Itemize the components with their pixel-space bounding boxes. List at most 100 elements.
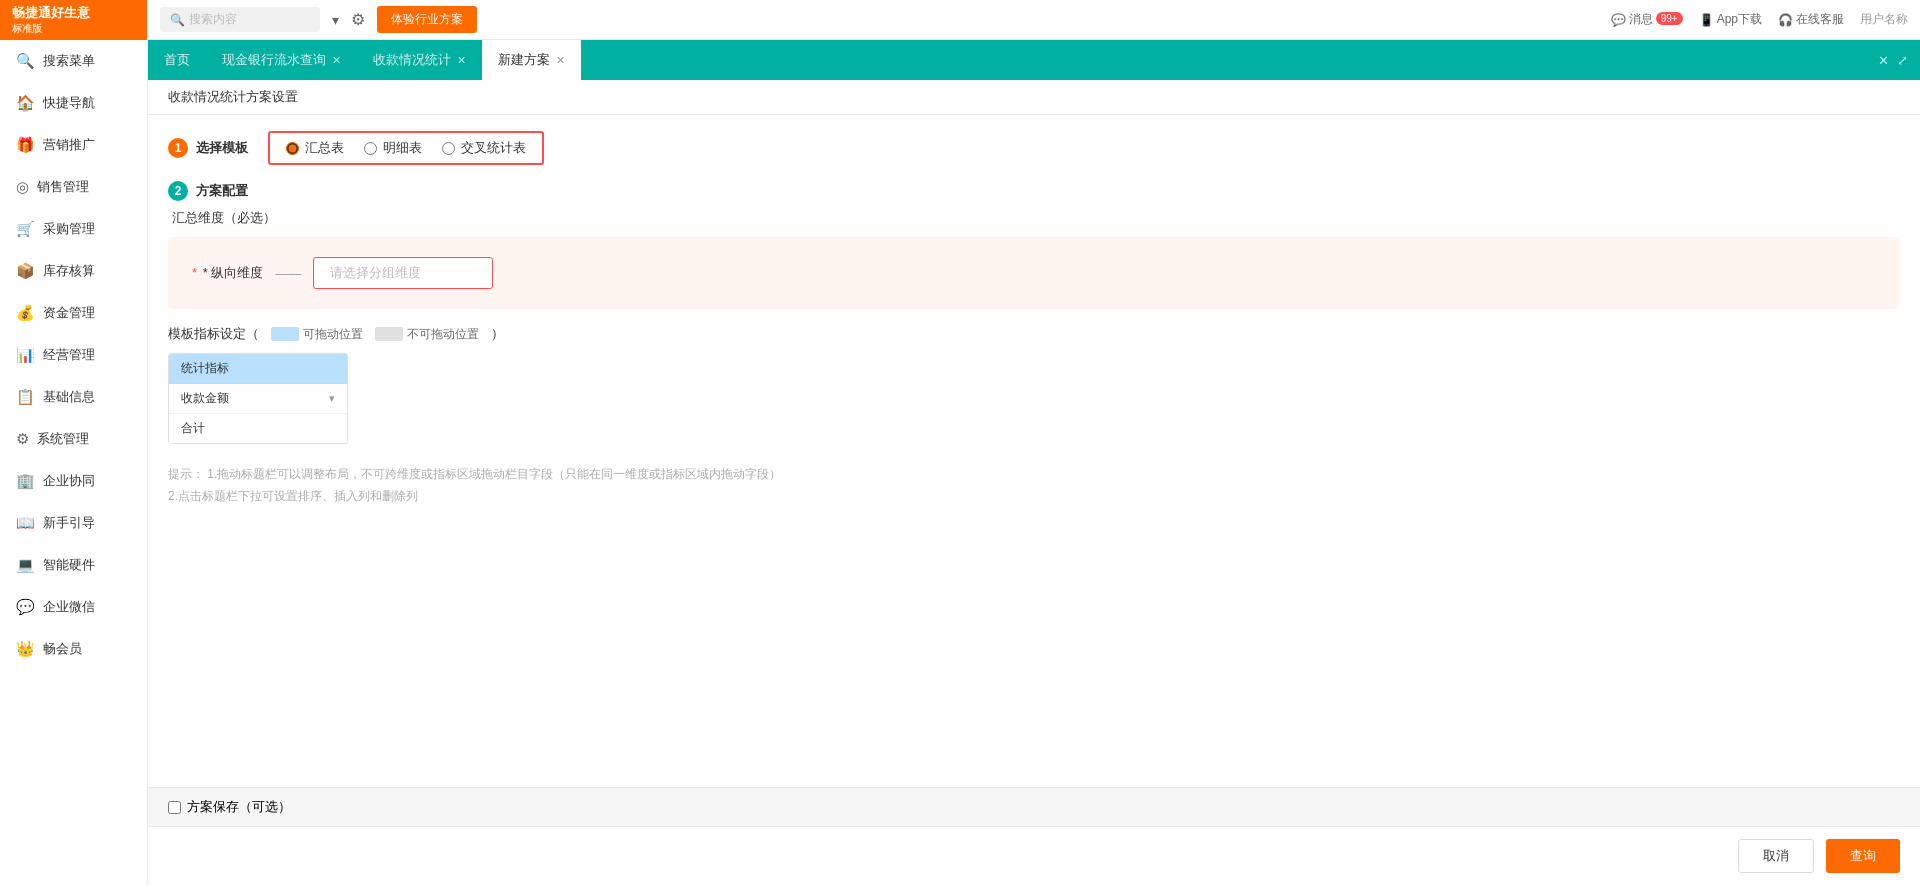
trial-button[interactable]: 体验行业方案 xyxy=(377,6,477,33)
app-name: 畅捷通好生意 xyxy=(12,4,90,22)
stats-table: 统计指标 收款金额 ▾ 合计 xyxy=(168,353,348,444)
legend-fixed: 不可拖动位置 xyxy=(375,326,479,343)
save-section: 方案保存（可选） xyxy=(148,787,1920,826)
indicator-title-text: 模板指标设定（ xyxy=(168,325,259,343)
money-icon: 💰 xyxy=(16,304,35,322)
draggable-color-box xyxy=(271,327,299,341)
message-badge: 99+ xyxy=(1656,12,1683,25)
tab-expand-icon[interactable]: ⤢ xyxy=(1897,53,1908,68)
sidebar-item-operations[interactable]: 📊 经营管理 xyxy=(0,334,147,376)
section1-badge: 1 xyxy=(168,138,188,158)
save-label: 方案保存（可选） xyxy=(187,798,291,816)
dimension-area: * * 纵向维度 —— 请选择分组维度 xyxy=(168,237,1900,309)
plan-config: 汇总维度（必选） * * 纵向维度 —— 请选择分组维度 xyxy=(168,209,1900,507)
tab-bank-close[interactable]: ✕ xyxy=(332,54,341,67)
radio-cross-input[interactable] xyxy=(442,142,455,155)
tabbar-controls: ✕ ⤢ xyxy=(1866,53,1920,68)
radio-cross-label[interactable]: 交叉统计表 xyxy=(461,139,526,157)
sidebar-item-inventory[interactable]: 📦 库存核算 xyxy=(0,250,147,292)
book-icon: 📖 xyxy=(16,514,35,532)
dimension-dropdown[interactable]: 请选择分组维度 xyxy=(313,257,493,289)
radio-detail[interactable]: 明细表 xyxy=(364,139,422,157)
cancel-button[interactable]: 取消 xyxy=(1738,839,1814,873)
dropdown-arrow-icon[interactable]: ▾ xyxy=(332,12,339,28)
form-area: 1 选择模板 汇总表 明细表 交叉统计表 xyxy=(148,115,1920,787)
radio-cross[interactable]: 交叉统计表 xyxy=(442,139,526,157)
sidebar-item-finance[interactable]: 💰 资金管理 xyxy=(0,292,147,334)
app-download[interactable]: 📱 App下载 xyxy=(1699,11,1762,28)
tabbar: 首页 现金银行流水查询 ✕ 收款情况统计 ✕ 新建方案 ✕ ✕ ⤢ xyxy=(148,40,1920,80)
tab-collection[interactable]: 收款情况统计 ✕ xyxy=(357,40,482,80)
building-icon: 🏢 xyxy=(16,472,35,490)
required-star: * xyxy=(192,265,197,280)
sidebar: 畅捷通好生意 标准版 🔍 搜索菜单 🏠 快捷导航 🎁 营销推广 ◎ 销售管理 🛒… xyxy=(0,0,148,885)
row-dropdown-icon-0[interactable]: ▾ xyxy=(329,392,335,405)
section1-row: 1 选择模板 汇总表 明细表 交叉统计表 xyxy=(168,131,1900,165)
tip-line-2: 2.点击标题栏下拉可设置排序、插入列和删除列 xyxy=(168,486,1900,508)
sidebar-item-quick-nav[interactable]: 🏠 快捷导航 xyxy=(0,82,147,124)
list-icon: 📋 xyxy=(16,388,35,406)
indicator-title-close: ） xyxy=(491,325,504,343)
legend-draggable: 可拖动位置 xyxy=(271,326,363,343)
dimension-title: 汇总维度（必选） xyxy=(168,209,1900,227)
dimension-row: * * 纵向维度 —— 请选择分组维度 xyxy=(192,257,1876,289)
online-service[interactable]: 🎧 在线客服 xyxy=(1778,11,1844,28)
app-version: 标准版 xyxy=(12,22,90,36)
main-area: 🔍 搜索内容 ▾ ⚙ 体验行业方案 💬 消息 99+ 📱 App下载 🎧 在线客… xyxy=(148,0,1920,885)
arrow-label: —— xyxy=(275,266,301,281)
chat-icon: 💬 xyxy=(16,598,35,616)
cart-icon: 🛒 xyxy=(16,220,35,238)
sidebar-item-enterprise[interactable]: 🏢 企业协同 xyxy=(0,460,147,502)
app-logo: 畅捷通好生意 标准版 xyxy=(0,0,147,40)
gift-icon: 🎁 xyxy=(16,136,35,154)
home-icon: 🏠 xyxy=(16,94,35,112)
tab-close-all-icon[interactable]: ✕ xyxy=(1878,53,1889,68)
computer-icon: 💻 xyxy=(16,556,35,574)
stats-row-0[interactable]: 收款金额 ▾ xyxy=(169,384,347,414)
radio-summary-label[interactable]: 汇总表 xyxy=(305,139,344,157)
sidebar-item-system[interactable]: ⚙ 系统管理 xyxy=(0,418,147,460)
tab-home[interactable]: 首页 xyxy=(148,40,206,80)
section1-label: 选择模板 xyxy=(196,139,248,157)
service-icon: 🎧 xyxy=(1778,13,1793,27)
fixed-color-box xyxy=(375,327,403,341)
indicator-title-row: 模板指标设定（ 可拖动位置 不可拖动位置 ） xyxy=(168,325,1900,343)
section2-badge: 2 xyxy=(168,181,188,201)
sidebar-item-wechat[interactable]: 💬 企业微信 xyxy=(0,586,147,628)
sidebar-item-hardware[interactable]: 💻 智能硬件 xyxy=(0,544,147,586)
search-box[interactable]: 🔍 搜索内容 xyxy=(160,7,320,32)
sidebar-item-sales[interactable]: ◎ 销售管理 xyxy=(0,166,147,208)
gear-sidebar-icon: ⚙ xyxy=(16,430,29,448)
indicator-section: 模板指标设定（ 可拖动位置 不可拖动位置 ） 统计指标 xyxy=(168,325,1900,444)
section2-label: 方案配置 xyxy=(196,182,248,200)
save-checkbox[interactable] xyxy=(168,801,181,814)
tab-new-plan-close[interactable]: ✕ xyxy=(556,54,565,67)
radio-summary-input[interactable] xyxy=(286,142,299,155)
template-selector: 汇总表 明细表 交叉统计表 xyxy=(268,131,544,165)
page-title: 收款情况统计方案设置 xyxy=(168,89,298,104)
settings-icon[interactable]: ⚙ xyxy=(351,10,365,29)
tab-new-plan[interactable]: 新建方案 ✕ xyxy=(482,40,581,80)
message-area[interactable]: 💬 消息 99+ xyxy=(1611,11,1683,28)
search-placeholder: 搜索内容 xyxy=(189,11,237,28)
radio-summary[interactable]: 汇总表 xyxy=(286,139,344,157)
sidebar-item-guide[interactable]: 📖 新手引导 xyxy=(0,502,147,544)
page-header: 收款情况统计方案设置 xyxy=(148,80,1920,115)
tab-collection-close[interactable]: ✕ xyxy=(457,54,466,67)
username-display: 用户名称 xyxy=(1860,11,1908,28)
radio-detail-input[interactable] xyxy=(364,142,377,155)
radio-detail-label[interactable]: 明细表 xyxy=(383,139,422,157)
sidebar-item-basic-info[interactable]: 📋 基础信息 xyxy=(0,376,147,418)
topbar: 🔍 搜索内容 ▾ ⚙ 体验行业方案 💬 消息 99+ 📱 App下载 🎧 在线客… xyxy=(148,0,1920,40)
sidebar-item-marketing[interactable]: 🎁 营销推广 xyxy=(0,124,147,166)
stats-table-header: 统计指标 xyxy=(169,354,347,384)
tab-bank[interactable]: 现金银行流水查询 ✕ xyxy=(206,40,357,80)
search-icon: 🔍 xyxy=(16,52,35,70)
sidebar-item-member[interactable]: 👑 畅会员 xyxy=(0,628,147,670)
query-button[interactable]: 查询 xyxy=(1826,839,1900,873)
crown-icon: 👑 xyxy=(16,640,35,658)
content-area: 收款情况统计方案设置 1 选择模板 汇总表 明细表 xyxy=(148,80,1920,885)
sidebar-item-search[interactable]: 🔍 搜索菜单 xyxy=(0,40,147,82)
sidebar-item-purchase[interactable]: 🛒 采购管理 xyxy=(0,208,147,250)
tips: 提示： 1.拖动标题栏可以调整布局，不可跨维度或指标区域拖动栏目字段（只能在同一… xyxy=(168,464,1900,507)
